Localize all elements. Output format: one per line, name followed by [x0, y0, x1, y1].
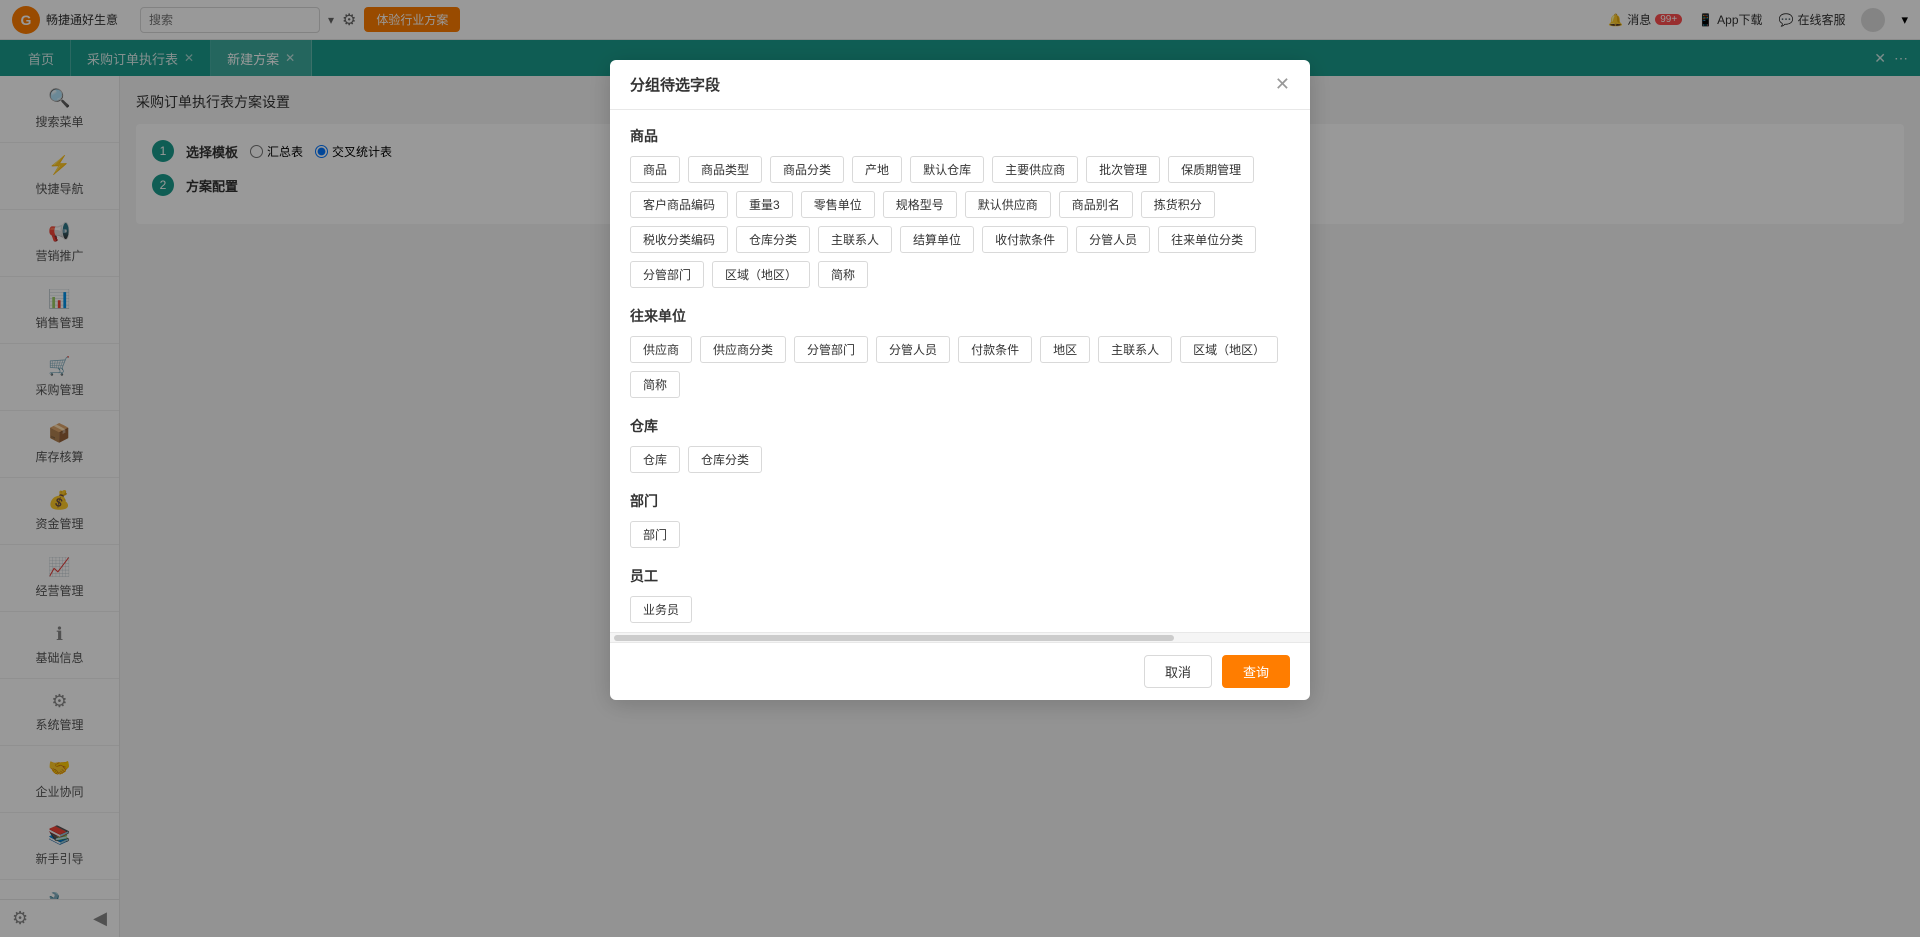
dialog-close-btn[interactable]: ✕: [1275, 74, 1290, 95]
field-tag-4-0[interactable]: 业务员: [630, 596, 692, 623]
field-tag-0-10[interactable]: 零售单位: [801, 191, 875, 218]
dialog-hscroll[interactable]: [610, 632, 1310, 642]
field-group-3: 部门部门: [630, 491, 1290, 548]
field-tag-0-15[interactable]: 税收分类编码: [630, 226, 728, 253]
field-tags-3: 部门: [630, 521, 1290, 548]
cancel-button[interactable]: 取消: [1144, 655, 1212, 688]
field-group-title-2: 仓库: [630, 416, 1290, 436]
field-tag-1-5[interactable]: 地区: [1040, 336, 1090, 363]
confirm-button[interactable]: 查询: [1222, 655, 1290, 688]
field-tag-1-6[interactable]: 主联系人: [1098, 336, 1172, 363]
field-tag-3-0[interactable]: 部门: [630, 521, 680, 548]
field-tag-1-0[interactable]: 供应商: [630, 336, 692, 363]
field-tag-1-3[interactable]: 分管人员: [876, 336, 950, 363]
field-tag-0-18[interactable]: 结算单位: [900, 226, 974, 253]
field-tag-0-4[interactable]: 默认仓库: [910, 156, 984, 183]
field-tag-0-14[interactable]: 拣货积分: [1141, 191, 1215, 218]
dialog-header: 分组待选字段 ✕: [610, 60, 1310, 110]
field-tags-1: 供应商供应商分类分管部门分管人员付款条件地区主联系人区域（地区） 简称: [630, 336, 1290, 398]
field-tag-0-3[interactable]: 产地: [852, 156, 902, 183]
field-tag-0-8[interactable]: 客户商品编码: [630, 191, 728, 218]
field-tag-0-20[interactable]: 分管人员: [1076, 226, 1150, 253]
field-tag-1-7[interactable]: 区域（地区）: [1180, 336, 1278, 363]
field-tag-2-0[interactable]: 仓库: [630, 446, 680, 473]
field-tag-0-22[interactable]: 分管部门: [630, 261, 704, 288]
dialog-body[interactable]: 商品商品商品类型商品分类产地默认仓库主要供应商批次管理保质期管理客户商品编码重量…: [610, 110, 1310, 632]
field-tag-0-13[interactable]: 商品别名: [1059, 191, 1133, 218]
field-tag-0-11[interactable]: 规格型号: [883, 191, 957, 218]
hscroll-thumb: [614, 635, 1174, 641]
field-group-title-3: 部门: [630, 491, 1290, 511]
field-tag-0-24[interactable]: 简称: [818, 261, 868, 288]
field-tag-0-6[interactable]: 批次管理: [1086, 156, 1160, 183]
field-tag-0-23[interactable]: 区域（地区）: [712, 261, 810, 288]
field-tag-0-0[interactable]: 商品: [630, 156, 680, 183]
field-tag-1-4[interactable]: 付款条件: [958, 336, 1032, 363]
field-tag-0-19[interactable]: 收付款条件: [982, 226, 1068, 253]
field-tag-0-5[interactable]: 主要供应商: [992, 156, 1078, 183]
dialog-overlay: 分组待选字段 ✕ 商品商品商品类型商品分类产地默认仓库主要供应商批次管理保质期管…: [0, 0, 1920, 937]
field-tag-1-2[interactable]: 分管部门: [794, 336, 868, 363]
dialog-footer: 取消 查询: [610, 642, 1310, 700]
field-tag-0-2[interactable]: 商品分类: [770, 156, 844, 183]
field-group-4: 员工业务员: [630, 566, 1290, 623]
dialog-title: 分组待选字段: [630, 74, 720, 95]
field-group-2: 仓库仓库仓库分类: [630, 416, 1290, 473]
field-tag-0-21[interactable]: 往来单位分类: [1158, 226, 1256, 253]
field-tag-2-1[interactable]: 仓库分类: [688, 446, 762, 473]
field-tag-0-9[interactable]: 重量3: [736, 191, 793, 218]
field-tags-0: 商品商品类型商品分类产地默认仓库主要供应商批次管理保质期管理客户商品编码重量3 零…: [630, 156, 1290, 288]
field-group-title-1: 往来单位: [630, 306, 1290, 326]
field-tag-0-16[interactable]: 仓库分类: [736, 226, 810, 253]
field-tag-0-1[interactable]: 商品类型: [688, 156, 762, 183]
field-tag-0-12[interactable]: 默认供应商: [965, 191, 1051, 218]
field-tags-4: 业务员: [630, 596, 1290, 623]
field-group-0: 商品商品商品类型商品分类产地默认仓库主要供应商批次管理保质期管理客户商品编码重量…: [630, 126, 1290, 288]
field-tags-2: 仓库仓库分类: [630, 446, 1290, 473]
field-group-title-0: 商品: [630, 126, 1290, 146]
field-tag-1-8[interactable]: 简称: [630, 371, 680, 398]
dialog: 分组待选字段 ✕ 商品商品商品类型商品分类产地默认仓库主要供应商批次管理保质期管…: [610, 60, 1310, 700]
field-tag-0-7[interactable]: 保质期管理: [1168, 156, 1254, 183]
field-group-1: 往来单位供应商供应商分类分管部门分管人员付款条件地区主联系人区域（地区） 简称: [630, 306, 1290, 398]
field-tag-0-17[interactable]: 主联系人: [818, 226, 892, 253]
field-group-title-4: 员工: [630, 566, 1290, 586]
field-tag-1-1[interactable]: 供应商分类: [700, 336, 786, 363]
